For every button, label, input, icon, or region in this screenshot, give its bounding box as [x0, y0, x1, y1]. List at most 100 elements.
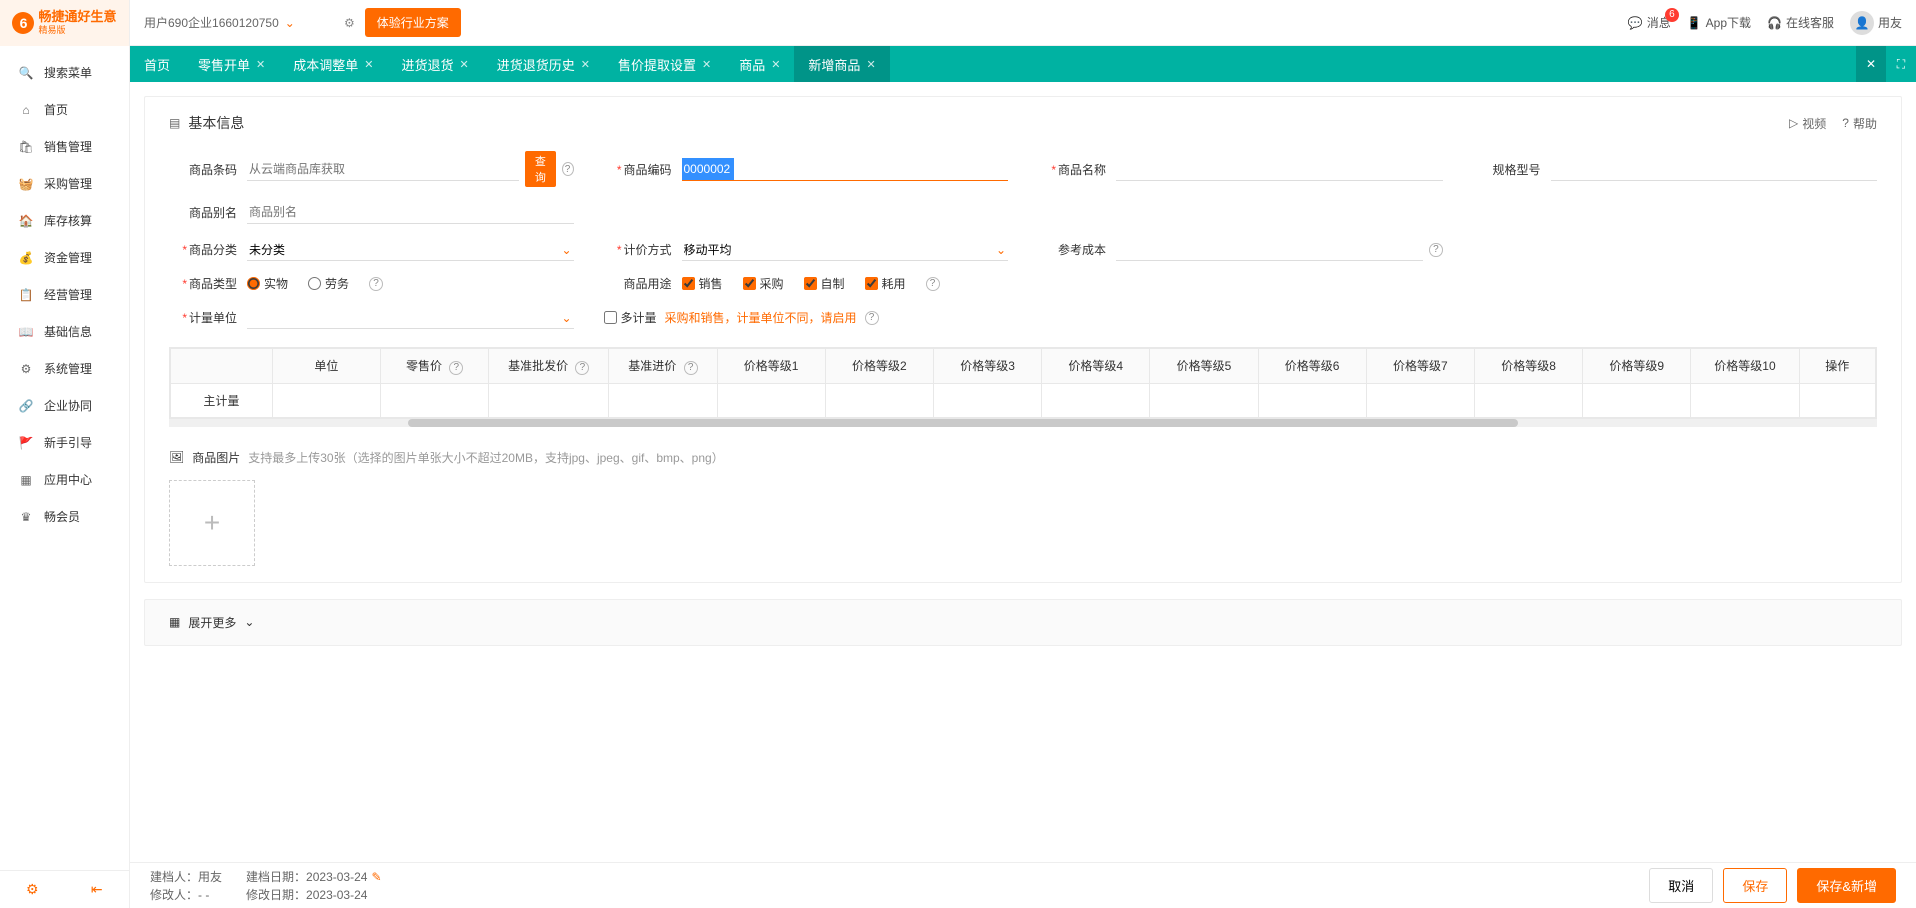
alias-input[interactable] — [247, 201, 574, 224]
table-cell[interactable] — [1583, 383, 1691, 417]
messages-button[interactable]: 💬 消息 6 — [1628, 14, 1671, 31]
collapse-button[interactable]: ⇤ — [65, 871, 130, 908]
tab-2[interactable]: 成本调整单✕ — [279, 46, 387, 82]
help-icon[interactable]: ? — [575, 361, 589, 375]
phone-icon: 📱 — [1687, 16, 1702, 30]
close-icon[interactable]: ✕ — [866, 58, 875, 71]
try-industry-button[interactable]: 体验行业方案 — [365, 8, 461, 37]
table-cell[interactable] — [1799, 383, 1875, 417]
settings-button[interactable]: ⚙ — [0, 871, 65, 908]
close-icon[interactable]: ✕ — [581, 58, 590, 71]
save-button[interactable]: 保存 — [1723, 868, 1787, 903]
table-cell[interactable] — [489, 383, 609, 417]
name-input[interactable] — [1116, 158, 1443, 181]
nav-purchase[interactable]: 🧺采购管理 — [0, 165, 129, 202]
grid-icon: ▦ — [169, 615, 180, 629]
nav-business[interactable]: 📋经营管理 — [0, 276, 129, 313]
settings-icon[interactable]: ⚙ — [344, 16, 355, 30]
close-icon[interactable]: ✕ — [460, 58, 469, 71]
close-all-tabs[interactable]: ✕ — [1856, 46, 1886, 82]
help-icon[interactable]: ? — [562, 162, 574, 176]
support-button[interactable]: 🎧在线客服 — [1767, 14, 1834, 31]
table-cell[interactable] — [933, 383, 1041, 417]
edit-date-icon[interactable]: ✎ — [371, 870, 381, 884]
table-cell[interactable] — [717, 383, 825, 417]
code-input[interactable] — [682, 158, 1009, 181]
tab-1[interactable]: 零售开单✕ — [184, 46, 279, 82]
nav-guide[interactable]: 🚩新手引导 — [0, 424, 129, 461]
multi-unit-check[interactable]: 多计量 — [604, 309, 657, 326]
col-header: 基准进价 ? — [609, 349, 717, 384]
help-link[interactable]: ? 帮助 — [1842, 115, 1877, 132]
table-cell[interactable]: 主计量 — [171, 383, 273, 417]
table-cell[interactable] — [381, 383, 489, 417]
nav-home[interactable]: ⌂首页 — [0, 91, 129, 128]
nav-system[interactable]: ⚙系统管理 — [0, 350, 129, 387]
barcode-query-button[interactable]: 查询 — [525, 151, 555, 187]
nav-basedata[interactable]: 📖基础信息 — [0, 313, 129, 350]
nav-sales[interactable]: 🛍销售管理 — [0, 128, 129, 165]
mdate-value: 2023-03-24 — [306, 888, 367, 902]
tab-0[interactable]: 首页 — [130, 46, 184, 82]
close-icon[interactable]: ✕ — [256, 58, 265, 71]
table-scrollbar[interactable] — [169, 419, 1877, 427]
table-cell[interactable] — [1258, 383, 1366, 417]
usage-sale-check[interactable]: 销售 — [682, 275, 723, 292]
fullscreen-button[interactable]: ⛶ — [1886, 46, 1916, 82]
help-icon[interactable]: ? — [449, 361, 463, 375]
spec-input[interactable] — [1551, 158, 1878, 181]
close-icon[interactable]: ✕ — [771, 58, 780, 71]
expand-more[interactable]: ▦ 展开更多 ⌄ — [144, 599, 1902, 646]
table-cell[interactable] — [1366, 383, 1474, 417]
help-icon[interactable]: ? — [369, 277, 383, 291]
company-selector[interactable]: 用户690企业1660120750 ⌄ — [144, 14, 334, 31]
warehouse-icon: 🏠 — [18, 213, 34, 229]
panel-title: 基本信息 — [188, 113, 244, 133]
tab-4[interactable]: 进货退货历史✕ — [483, 46, 604, 82]
table-cell[interactable] — [1691, 383, 1799, 417]
cancel-button[interactable]: 取消 — [1649, 868, 1713, 903]
video-link[interactable]: ▷ 视频 — [1789, 115, 1826, 132]
tab-6[interactable]: 商品✕ — [725, 46, 794, 82]
type-physical-radio[interactable]: 实物 — [247, 275, 288, 292]
category-select[interactable] — [247, 238, 574, 261]
logo-icon: 6 — [12, 12, 34, 34]
tab-5[interactable]: 售价提取设置✕ — [604, 46, 725, 82]
help-icon[interactable]: ? — [1429, 243, 1442, 257]
table-cell[interactable] — [1474, 383, 1582, 417]
user-menu[interactable]: 👤用友 — [1850, 11, 1902, 35]
unit-select[interactable] — [247, 306, 574, 329]
table-cell[interactable] — [609, 383, 717, 417]
chevron-down-icon: ⌄ — [244, 615, 254, 629]
usage-selfmade-check[interactable]: 自制 — [804, 275, 845, 292]
refcost-input[interactable] — [1116, 238, 1423, 261]
nav-collab[interactable]: 🔗企业协同 — [0, 387, 129, 424]
type-service-radio[interactable]: 劳务 — [308, 275, 349, 292]
nav-vip[interactable]: ♛畅会员 — [0, 498, 129, 535]
table-cell[interactable] — [1150, 383, 1258, 417]
table-cell[interactable] — [272, 383, 380, 417]
barcode-input[interactable] — [247, 158, 519, 181]
help-icon[interactable]: ? — [926, 277, 940, 291]
tab-3[interactable]: 进货退货✕ — [387, 46, 482, 82]
usage-consume-check[interactable]: 耗用 — [865, 275, 906, 292]
nav-inventory[interactable]: 🏠库存核算 — [0, 202, 129, 239]
usage-purchase-check[interactable]: 采购 — [743, 275, 784, 292]
nav-search[interactable]: 🔍搜索菜单 — [0, 54, 129, 91]
upload-button[interactable]: + — [169, 480, 255, 566]
app-download-button[interactable]: 📱App下载 — [1687, 14, 1751, 31]
save-new-button[interactable]: 保存&新增 — [1797, 868, 1896, 903]
close-icon[interactable]: ✕ — [702, 58, 711, 71]
cart-icon: 🧺 — [18, 176, 34, 192]
close-icon[interactable]: ✕ — [364, 58, 373, 71]
help-icon[interactable]: ? — [684, 361, 698, 375]
expand-label: 展开更多 — [188, 614, 236, 631]
table-cell[interactable] — [1042, 383, 1150, 417]
table-cell[interactable] — [825, 383, 933, 417]
tab-7[interactable]: 新增商品✕ — [794, 46, 889, 82]
help-icon[interactable]: ? — [865, 311, 879, 325]
nav-finance[interactable]: 💰资金管理 — [0, 239, 129, 276]
help-label: 帮助 — [1853, 115, 1877, 132]
nav-apps[interactable]: ▦应用中心 — [0, 461, 129, 498]
pricing-select[interactable] — [682, 238, 1009, 261]
